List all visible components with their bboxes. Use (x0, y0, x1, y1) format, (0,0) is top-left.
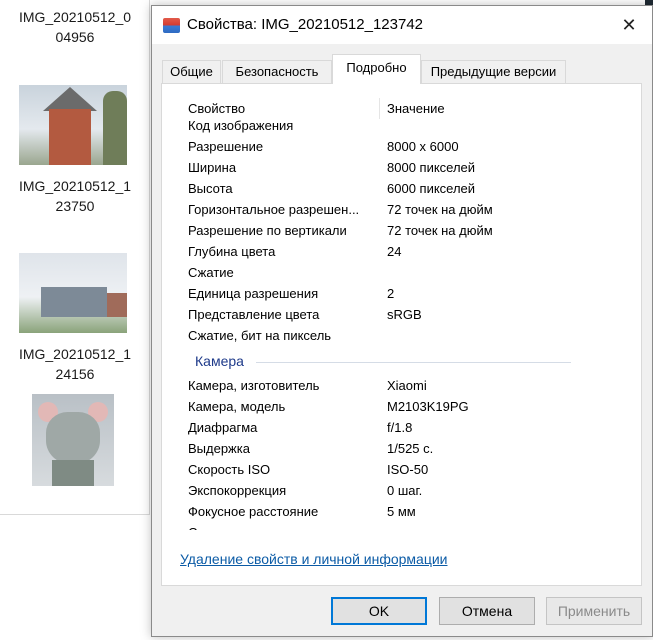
property-name: Код изображения (188, 118, 294, 133)
tab-security[interactable]: Безопасность (222, 60, 332, 83)
property-row[interactable]: Разрешение 8000 x 6000 (180, 136, 601, 157)
tab-previous-versions[interactable]: Предыдущие версии (421, 60, 566, 83)
property-row[interactable]: Высота 6000 пикселей (180, 178, 601, 199)
dialog-title: Свойства: IMG_20210512_123742 (187, 16, 424, 33)
property-name: Камера, модель (188, 399, 286, 414)
close-icon: ✕ (621, 15, 637, 35)
property-row[interactable]: Сжатие, бит на пиксель (180, 325, 601, 346)
title-bar[interactable]: Свойства: IMG_20210512_123742 ✕ (152, 6, 652, 44)
property-row[interactable]: Фокусное расстояние 5 мм (180, 501, 601, 522)
property-row[interactable]: Камера, модель M2103K19PG (180, 396, 601, 417)
property-row[interactable]: Выдержка 1/525 с. (180, 438, 601, 459)
property-row[interactable]: Разрешение по вертикали 72 точек на дюйм (180, 220, 601, 241)
property-name: Выдержка (188, 441, 250, 456)
image-file-icon (163, 18, 180, 33)
property-name: Глубина цвета (188, 244, 276, 259)
property-value: 72 точек на дюйм (387, 202, 493, 217)
property-name: Сжатие, бит на пиксель (188, 328, 332, 343)
property-row[interactable]: Представление цвета sRGB (180, 304, 601, 325)
explorer-file-list: IMG_20210512_0 04956 IMG_20210512_1 2375… (0, 0, 150, 515)
file-thumbnail (32, 394, 114, 486)
property-value: 8000 пикселей (387, 160, 476, 175)
property-name: Представление цвета (188, 307, 320, 322)
tab-details[interactable]: Подробно (332, 54, 421, 84)
property-name: Экспокоррекция (188, 483, 287, 498)
tab-general[interactable]: Общие (162, 60, 221, 83)
property-name: Светосила (188, 522, 384, 530)
property-value: M2103K19PG (387, 399, 469, 414)
property-name: Единица разрешения (188, 286, 319, 301)
property-row[interactable]: Сжатие (180, 262, 601, 283)
section-divider (256, 362, 571, 363)
property-value: 24 (387, 244, 402, 259)
file-name: IMG_20210512_0 04956 (18, 9, 132, 45)
property-name: Горизонтальное разрешен... (188, 202, 360, 217)
file-name: IMG_20210512_1 24156 (18, 346, 132, 382)
property-name: Разрешение (188, 139, 264, 154)
property-name: Фокусное расстояние (188, 504, 319, 519)
property-row[interactable]: Глубина цвета 24 (180, 241, 601, 262)
property-name: Сжатие (188, 265, 234, 280)
property-name: Камера, изготовитель (188, 378, 320, 393)
property-value: 2 (387, 286, 395, 301)
property-list[interactable]: Свойство Значение Код изображения Разреш… (180, 98, 601, 530)
file-name: IMG_20210512_1 23750 (18, 178, 132, 214)
property-name: Диафрагма (188, 420, 258, 435)
property-row[interactable]: Ширина 8000 пикселей (180, 157, 601, 178)
remove-properties-link[interactable]: Удаление свойств и личной информации (180, 551, 448, 567)
file-thumbnail (19, 85, 127, 165)
property-name: Скорость ISO (188, 462, 271, 477)
property-name: Высота (188, 181, 233, 196)
property-value: 1/525 с. (387, 441, 434, 456)
property-row[interactable]: Единица разрешения 2 (180, 283, 601, 304)
property-row[interactable]: Экспокоррекция 0 шаг. (180, 480, 601, 501)
property-value: 72 точек на дюйм (387, 223, 493, 238)
cancel-button[interactable]: Отмена (439, 597, 535, 625)
property-value: Xiaomi (387, 378, 427, 393)
property-value: 6000 пикселей (387, 181, 476, 196)
close-button[interactable]: ✕ (606, 6, 652, 44)
property-value: sRGB (387, 307, 422, 322)
property-value: f/1.8 (387, 420, 413, 435)
file-thumbnail (19, 253, 127, 333)
ok-button[interactable]: OK (331, 597, 427, 625)
property-value: 8000 x 6000 (387, 139, 459, 154)
property-value: 5 мм (387, 504, 416, 519)
property-row[interactable]: Код изображения (180, 115, 601, 136)
apply-button[interactable]: Применить (546, 597, 642, 625)
property-row[interactable]: Светосила (180, 522, 601, 530)
property-row[interactable]: Камера, изготовитель Xiaomi (180, 375, 601, 396)
property-row[interactable]: Горизонтальное разрешен... 72 точек на дю… (180, 199, 601, 220)
properties-dialog: Свойства: IMG_20210512_123742 ✕ Общие Бе… (151, 5, 653, 637)
property-row[interactable]: Скорость ISO ISO-50 (180, 459, 601, 480)
property-name: Разрешение по вертикали (188, 223, 347, 238)
property-name: Ширина (188, 160, 237, 175)
property-value: 0 шаг. (387, 483, 423, 498)
property-row[interactable]: Диафрагма f/1.8 (180, 417, 601, 438)
section-heading-camera: Камера (195, 353, 244, 369)
property-value: ISO-50 (387, 462, 429, 477)
details-panel: Свойство Значение Код изображения Разреш… (161, 83, 642, 586)
